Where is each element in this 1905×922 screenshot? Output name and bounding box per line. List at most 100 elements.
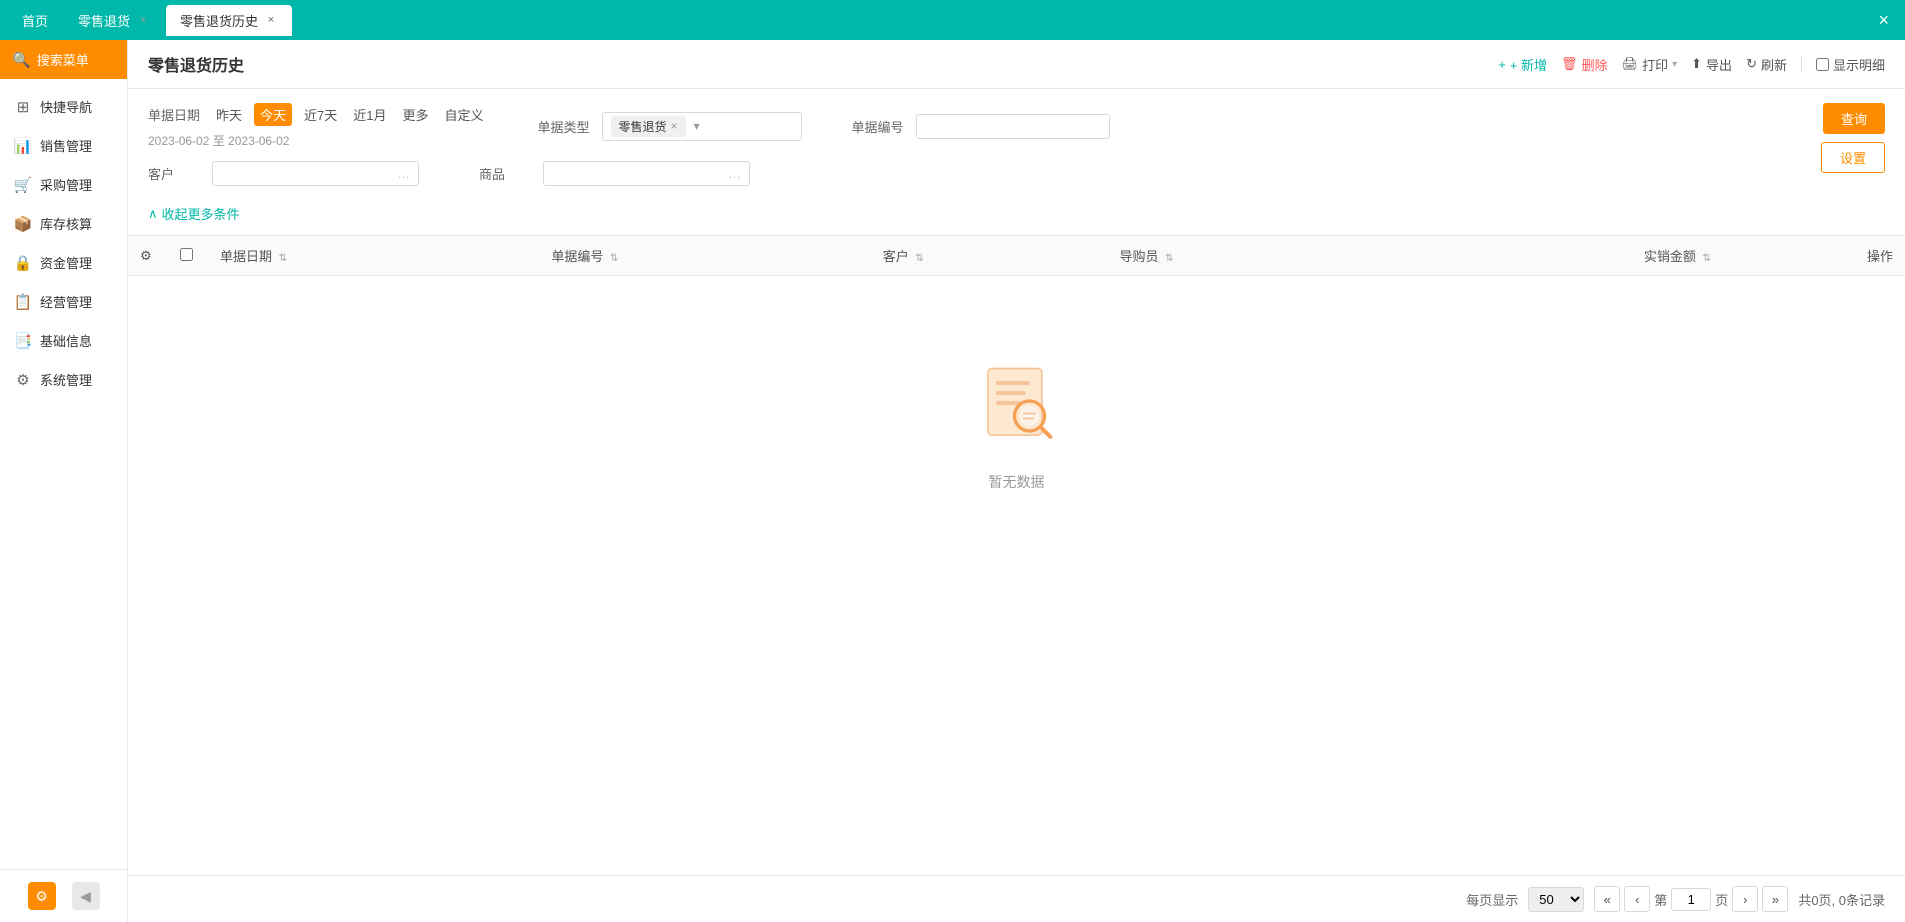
date-option-more[interactable]: 更多	[399, 103, 433, 126]
customer-filter-label: 客户	[148, 164, 204, 183]
filter-date-range: 2023-06-02 至 2023-06-02	[148, 132, 289, 149]
col-actual-amount[interactable]: 实销金额 ⇅	[1392, 236, 1723, 276]
table-header: ⚙ 单据日期 ⇅ 单据编号 ⇅	[128, 236, 1905, 276]
per-page-select[interactable]: 20 50 100	[1528, 887, 1584, 912]
page-prefix-label: 第	[1654, 890, 1667, 909]
page-number-input[interactable]	[1671, 888, 1711, 911]
refresh-button[interactable]: ↻ 刷新	[1746, 55, 1787, 74]
refresh-label: 刷新	[1761, 55, 1787, 74]
sidebar-item-sales-mgmt[interactable]: 📊 销售管理	[0, 126, 127, 165]
sidebar-collapse-button[interactable]: ◀	[72, 882, 100, 910]
pagination-total: 共0页, 0条记录	[1798, 890, 1885, 909]
sidebar-item-quick-nav[interactable]: ⊞ 快捷导航	[0, 87, 127, 126]
col-guide[interactable]: 导购员 ⇅	[1107, 236, 1391, 276]
sidebar-item-ops-mgmt[interactable]: 📋 经营管理	[0, 282, 127, 321]
tab-list: 首页 零售退货 × 零售退货历史 ×	[8, 5, 1870, 36]
per-page-label: 每页显示	[1466, 890, 1518, 909]
col-customer-label: 客户	[883, 249, 909, 264]
show-details-input[interactable]	[1816, 58, 1829, 71]
tab-retail-return[interactable]: 零售退货 ×	[64, 5, 164, 36]
col-doc-number-label: 单据编号	[551, 249, 603, 264]
filter-row-2: 客户 … 商品 …	[148, 161, 1801, 186]
toolbar-divider	[1801, 56, 1802, 72]
filter-area: 单据日期 昨天 今天 近7天 近1月 更多 自定义 202	[128, 89, 1905, 236]
date-option-yesterday[interactable]: 昨天	[212, 103, 246, 126]
export-icon: ⬆	[1691, 56, 1702, 72]
sidebar-item-inventory[interactable]: 📦 库存核算	[0, 204, 127, 243]
col-customer-sort: ⇅	[915, 253, 923, 264]
sidebar-item-sys-mgmt[interactable]: ⚙ 系统管理	[0, 360, 127, 399]
doc-type-tag-label: 零售退货	[619, 118, 667, 135]
top-tab-bar: 首页 零售退货 × 零售退货历史 × ×	[0, 0, 1905, 40]
date-option-1month[interactable]: 近1月	[349, 103, 390, 126]
tab-home[interactable]: 首页	[8, 5, 62, 36]
sidebar-item-basic-info[interactable]: 📑 基础信息	[0, 321, 127, 360]
tab-retail-return-history-close[interactable]: ×	[264, 13, 278, 27]
tab-retail-return-history[interactable]: 零售退货历史 ×	[166, 5, 292, 36]
first-page-button[interactable]: «	[1594, 886, 1620, 912]
filter-collapse-label: 收起更多条件	[162, 204, 240, 223]
tab-retail-return-close[interactable]: ×	[136, 13, 150, 27]
doc-type-tag-close[interactable]: ×	[671, 119, 678, 133]
col-doc-date[interactable]: 单据日期 ⇅	[208, 236, 539, 276]
show-details-checkbox[interactable]: 显示明细	[1816, 55, 1885, 74]
toolbar: + + 新增 🗑 删除 🖨 打印 ▾ ⬆ 导出 ↻	[1498, 55, 1885, 74]
date-option-7days[interactable]: 近7天	[300, 103, 341, 126]
sidebar-footer: ⚙ ◀	[0, 869, 127, 922]
doc-type-filter[interactable]: 零售退货 × ▾	[602, 112, 802, 141]
refresh-icon: ↻	[1746, 56, 1757, 72]
sidebar-search-button[interactable]: 🔍 搜索菜单	[0, 40, 127, 79]
goods-input[interactable]	[552, 166, 728, 181]
new-label: + 新增	[1510, 55, 1547, 74]
settings-button[interactable]: 设置	[1821, 142, 1885, 173]
page-title: 零售退货历史	[148, 52, 244, 76]
next-page-button[interactable]: ›	[1732, 886, 1758, 912]
new-button[interactable]: + + 新增	[1498, 55, 1547, 74]
doc-type-dropdown-icon[interactable]: ▾	[694, 119, 700, 133]
date-option-today[interactable]: 今天	[254, 103, 292, 126]
col-operation: 操作	[1723, 236, 1905, 276]
col-actual-amount-sort: ⇅	[1703, 253, 1711, 264]
content-area: 零售退货历史 + + 新增 🗑 删除 🖨 打印 ▾ ⬆ 导出	[128, 40, 1905, 922]
window-close-button[interactable]: ×	[1870, 10, 1897, 31]
col-doc-date-sort: ⇅	[279, 253, 287, 264]
quick-nav-icon: ⊞	[14, 98, 32, 116]
goods-ellipsis[interactable]: …	[728, 166, 741, 181]
sidebar-item-basic-label: 基础信息	[40, 331, 92, 350]
sidebar-item-sys-label: 系统管理	[40, 370, 92, 389]
inventory-icon: 📦	[14, 215, 32, 233]
print-arrow-icon: ▾	[1672, 59, 1677, 70]
last-page-button[interactable]: »	[1762, 886, 1788, 912]
delete-button[interactable]: 🗑 删除	[1561, 55, 1608, 74]
empty-illustration	[967, 356, 1067, 456]
customer-ellipsis[interactable]: …	[397, 166, 410, 181]
customer-input[interactable]	[221, 166, 397, 181]
sidebar-item-sales-label: 销售管理	[40, 136, 92, 155]
export-button[interactable]: ⬆ 导出	[1691, 55, 1732, 74]
filter-collapse-button[interactable]: ∧ 收起更多条件	[148, 198, 1801, 225]
doc-number-input[interactable]	[925, 119, 1101, 134]
sidebar: 🔍 搜索菜单 ⊞ 快捷导航 📊 销售管理 🛒 采购管理 📦 库存核算 🔒	[0, 40, 128, 922]
query-button[interactable]: 查询	[1823, 103, 1885, 134]
sys-mgmt-icon: ⚙	[14, 371, 32, 389]
col-doc-number[interactable]: 单据编号 ⇅	[539, 236, 870, 276]
col-guide-label: 导购员	[1119, 249, 1158, 264]
col-customer[interactable]: 客户 ⇅	[871, 236, 1108, 276]
date-option-custom[interactable]: 自定义	[441, 103, 488, 126]
sidebar-nav: ⊞ 快捷导航 📊 销售管理 🛒 采购管理 📦 库存核算 🔒 资金管理 📋	[0, 79, 127, 869]
sidebar-settings-button[interactable]: ⚙	[28, 882, 56, 910]
show-details-label: 显示明细	[1833, 55, 1885, 74]
prev-page-button[interactable]: ‹	[1624, 886, 1650, 912]
date-filter-label: 单据日期	[148, 105, 204, 124]
col-doc-number-sort: ⇅	[610, 253, 618, 264]
export-label: 导出	[1706, 55, 1732, 74]
select-all-checkbox[interactable]	[180, 248, 193, 261]
tab-retail-return-history-label: 零售退货历史	[180, 11, 258, 30]
goods-filter-label: 商品	[479, 164, 535, 183]
sidebar-item-purchase-mgmt[interactable]: 🛒 采购管理	[0, 165, 127, 204]
print-button[interactable]: 🖨 打印 ▾	[1622, 55, 1678, 74]
purchase-mgmt-icon: 🛒	[14, 176, 32, 194]
table-settings-icon[interactable]: ⚙	[140, 248, 152, 263]
sidebar-item-ops-label: 经营管理	[40, 292, 92, 311]
sidebar-item-finance[interactable]: 🔒 资金管理	[0, 243, 127, 282]
